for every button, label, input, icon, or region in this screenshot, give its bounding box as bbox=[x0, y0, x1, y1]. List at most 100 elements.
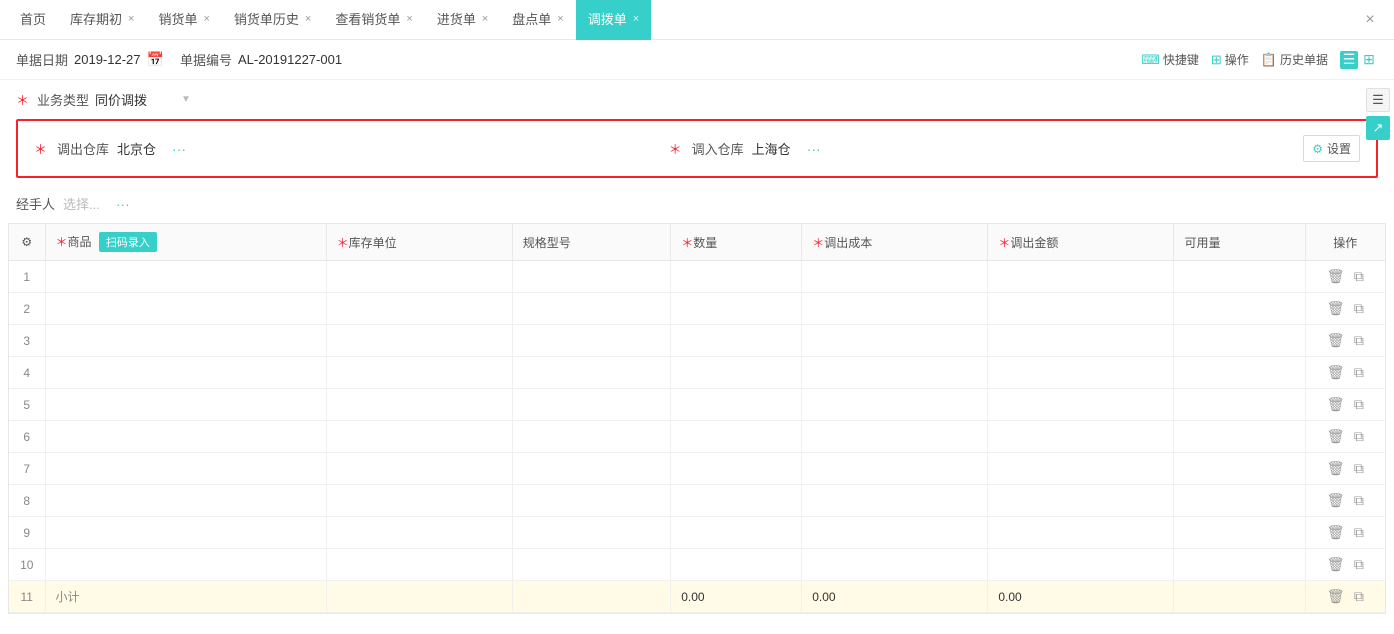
cell-available[interactable] bbox=[1174, 549, 1305, 581]
tab-purchase-order[interactable]: 进货单 × bbox=[425, 0, 500, 40]
copy-icon[interactable]: ⧉ bbox=[1354, 332, 1364, 348]
cell-amount[interactable] bbox=[988, 453, 1174, 485]
tab-home[interactable]: 首页 bbox=[8, 0, 58, 40]
cell-available[interactable] bbox=[1174, 325, 1305, 357]
settings-button[interactable]: ⚙ 设置 bbox=[1303, 135, 1360, 162]
copy-icon[interactable]: ⧉ bbox=[1354, 460, 1364, 476]
cell-quantity[interactable] bbox=[671, 389, 802, 421]
cell-quantity[interactable] bbox=[671, 549, 802, 581]
layout-grid-icon[interactable]: ⊞ bbox=[1360, 51, 1378, 69]
handler-more-btn[interactable]: ··· bbox=[116, 196, 130, 212]
cell-unit[interactable] bbox=[326, 389, 512, 421]
delete-icon[interactable]: 🗑 bbox=[1327, 396, 1345, 412]
cell-unit[interactable] bbox=[326, 325, 512, 357]
tab-inventory-init[interactable]: 库存期初 × bbox=[58, 0, 146, 40]
cell-unit[interactable] bbox=[326, 517, 512, 549]
cell-cost[interactable] bbox=[802, 549, 988, 581]
cell-product[interactable] bbox=[45, 453, 326, 485]
close-icon[interactable]: × bbox=[128, 13, 134, 25]
cell-amount[interactable] bbox=[988, 293, 1174, 325]
cell-product[interactable] bbox=[45, 325, 326, 357]
copy-icon[interactable]: ⧉ bbox=[1354, 492, 1364, 508]
cell-spec[interactable] bbox=[512, 421, 671, 453]
cell-cost[interactable] bbox=[802, 357, 988, 389]
cell-product[interactable] bbox=[45, 389, 326, 421]
cell-product[interactable] bbox=[45, 549, 326, 581]
cell-cost[interactable] bbox=[802, 517, 988, 549]
cell-available[interactable] bbox=[1174, 485, 1305, 517]
copy-icon[interactable]: ⧉ bbox=[1354, 428, 1364, 444]
sidebar-tool-list[interactable]: ☰ bbox=[1366, 88, 1390, 112]
cell-unit[interactable] bbox=[326, 453, 512, 485]
cell-cost[interactable] bbox=[802, 325, 988, 357]
history-btn[interactable]: 📋 历史单据 bbox=[1261, 51, 1328, 68]
close-icon[interactable]: × bbox=[406, 13, 412, 25]
delete-icon[interactable]: 🗑 bbox=[1327, 588, 1345, 604]
cell-unit[interactable] bbox=[326, 581, 512, 613]
cell-amount[interactable] bbox=[988, 485, 1174, 517]
cell-spec[interactable] bbox=[512, 389, 671, 421]
warehouse-out-more-btn[interactable]: ··· bbox=[172, 141, 186, 157]
delete-icon[interactable]: 🗑 bbox=[1327, 268, 1345, 284]
cell-amount[interactable] bbox=[988, 517, 1174, 549]
cell-amount[interactable] bbox=[988, 325, 1174, 357]
table-scroll[interactable]: ⚙ ＊商品 扫码录入 ＊库存单位 规格型号 ＊数量 ＊调出成本 bbox=[9, 224, 1385, 613]
handler-input[interactable]: 选择... bbox=[63, 194, 100, 213]
tab-inventory-count[interactable]: 盘点单 × bbox=[500, 0, 575, 40]
cell-unit[interactable] bbox=[326, 357, 512, 389]
close-icon[interactable]: × bbox=[482, 13, 488, 25]
tab-sales-history[interactable]: 销货单历史 × bbox=[222, 0, 323, 40]
cell-unit[interactable] bbox=[326, 261, 512, 293]
cell-amount[interactable] bbox=[988, 389, 1174, 421]
copy-icon[interactable]: ⧉ bbox=[1354, 556, 1364, 572]
cell-quantity[interactable] bbox=[671, 293, 802, 325]
cell-quantity[interactable] bbox=[671, 325, 802, 357]
cell-available[interactable] bbox=[1174, 389, 1305, 421]
cell-available[interactable] bbox=[1174, 357, 1305, 389]
business-type-field[interactable]: ＊ 业务类型 同价调拨 ▼ bbox=[16, 90, 191, 109]
copy-icon[interactable]: ⧉ bbox=[1354, 524, 1364, 540]
cell-cost[interactable] bbox=[802, 261, 988, 293]
cell-unit[interactable] bbox=[326, 485, 512, 517]
cell-amount[interactable] bbox=[988, 357, 1174, 389]
cell-product[interactable] bbox=[45, 421, 326, 453]
cell-quantity[interactable] bbox=[671, 453, 802, 485]
cell-spec[interactable] bbox=[512, 485, 671, 517]
cell-amount[interactable] bbox=[988, 261, 1174, 293]
cell-quantity[interactable] bbox=[671, 261, 802, 293]
cell-available[interactable] bbox=[1174, 293, 1305, 325]
tab-view-sales[interactable]: 查看销货单 × bbox=[323, 0, 424, 40]
scan-btn[interactable]: 扫码录入 bbox=[99, 232, 157, 252]
cell-cost[interactable] bbox=[802, 421, 988, 453]
layout-list-icon[interactable]: ☰ bbox=[1340, 51, 1358, 69]
cell-unit[interactable] bbox=[326, 549, 512, 581]
cell-quantity[interactable] bbox=[671, 357, 802, 389]
cell-available[interactable] bbox=[1174, 421, 1305, 453]
operation-btn[interactable]: ⊞ 操作 bbox=[1211, 51, 1249, 68]
cell-amount[interactable] bbox=[988, 549, 1174, 581]
cell-quantity[interactable] bbox=[671, 421, 802, 453]
delete-icon[interactable]: 🗑 bbox=[1327, 556, 1345, 572]
cell-product[interactable] bbox=[45, 485, 326, 517]
cell-spec[interactable] bbox=[512, 357, 671, 389]
cell-spec[interactable] bbox=[512, 453, 671, 485]
cell-cost[interactable] bbox=[802, 485, 988, 517]
cell-product[interactable] bbox=[45, 357, 326, 389]
cell-spec[interactable] bbox=[512, 293, 671, 325]
layout-toggle[interactable]: ☰ ⊞ bbox=[1340, 51, 1378, 69]
cell-spec[interactable] bbox=[512, 325, 671, 357]
cell-spec[interactable] bbox=[512, 517, 671, 549]
cell-available[interactable] bbox=[1174, 517, 1305, 549]
sidebar-tool-export[interactable]: ↗ bbox=[1366, 116, 1390, 140]
cell-quantity[interactable] bbox=[671, 485, 802, 517]
delete-icon[interactable]: 🗑 bbox=[1327, 332, 1345, 348]
cell-product[interactable] bbox=[45, 517, 326, 549]
delete-icon[interactable]: 🗑 bbox=[1327, 428, 1345, 444]
window-close-button[interactable]: × bbox=[1354, 4, 1386, 36]
delete-icon[interactable]: 🗑 bbox=[1327, 524, 1345, 540]
cell-spec[interactable] bbox=[512, 261, 671, 293]
cell-cost[interactable] bbox=[802, 453, 988, 485]
date-value[interactable]: 2019-12-27 bbox=[74, 52, 141, 67]
cell-cost[interactable] bbox=[802, 389, 988, 421]
warehouse-out-value[interactable]: 北京仓 bbox=[117, 139, 156, 158]
